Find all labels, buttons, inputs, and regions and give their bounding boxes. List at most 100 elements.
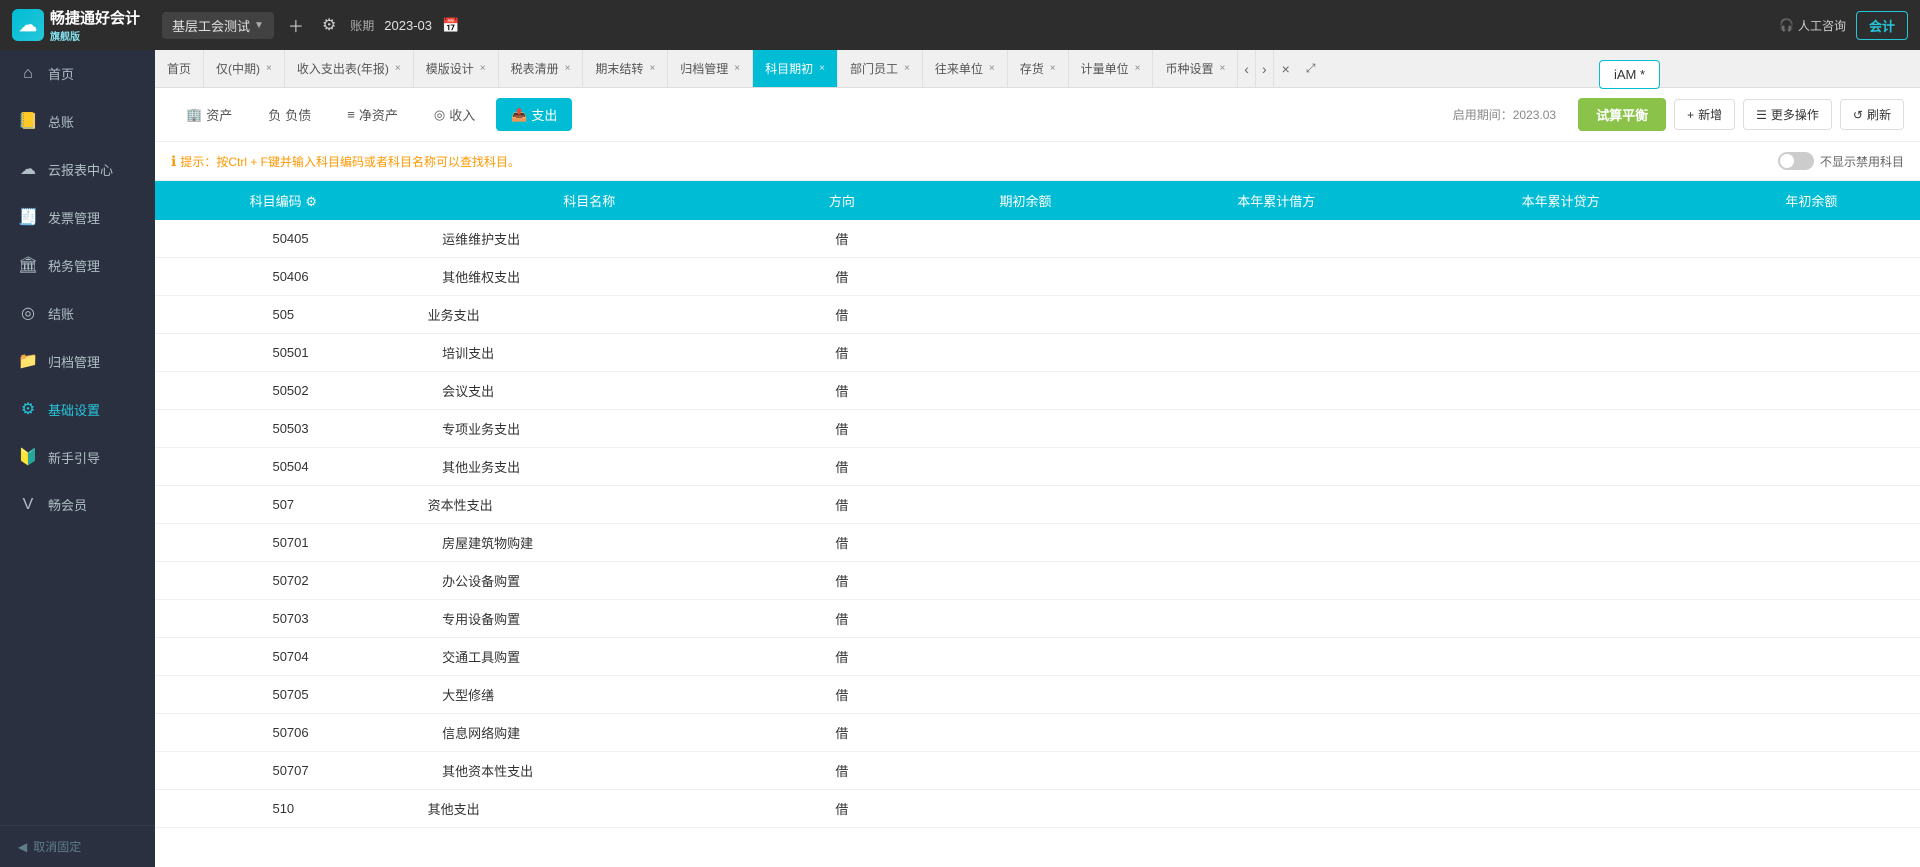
tab-prev-button[interactable]: ‹ — [1238, 50, 1256, 88]
table-row[interactable]: 50702 办公设备购置 借 — [155, 562, 1920, 600]
table-row[interactable]: 50704 交通工具购置 借 — [155, 638, 1920, 676]
account-type-button[interactable]: 会计 — [1856, 11, 1908, 40]
cell-direction: 借 — [767, 372, 917, 410]
tab-subject-init-close[interactable]: × — [819, 63, 825, 74]
sidebar-item-invoice[interactable]: 🧾 发票管理 — [0, 193, 155, 241]
table-row[interactable]: 50703 专用设备购置 借 — [155, 600, 1920, 638]
tab-department[interactable]: 部门员工 × — [838, 50, 923, 88]
sub-tab-expense[interactable]: 📤 支出 — [496, 98, 572, 131]
cell-ytd-credit — [1418, 410, 1702, 448]
table-row[interactable]: 505 业务支出 借 — [155, 296, 1920, 334]
tab-currency-close[interactable]: × — [1219, 63, 1225, 74]
settings-icon[interactable]: ⚙ — [318, 11, 340, 39]
table-row[interactable]: 50406 其他维权支出 借 — [155, 258, 1920, 296]
tab-units-close[interactable]: × — [989, 63, 995, 74]
tab-period-end[interactable]: 期末结转 × — [583, 50, 668, 88]
balance-button[interactable]: 试算平衡 — [1578, 98, 1666, 131]
tab-mid[interactable]: 仅(中期) × — [204, 50, 285, 88]
tab-income-annual[interactable]: 收入支出表(年报) × — [285, 50, 414, 88]
cell-direction: 借 — [767, 258, 917, 296]
cell-code: 510 — [155, 790, 412, 828]
table-row[interactable]: 50502 会议支出 借 — [155, 372, 1920, 410]
sidebar-item-reports[interactable]: ☁ 云报表中心 — [0, 145, 155, 193]
collapse-sidebar-button[interactable]: ◀ 取消固定 — [0, 825, 155, 867]
sidebar-item-ledger[interactable]: 📒 总账 — [0, 97, 155, 145]
tab-archive[interactable]: 归档管理 × — [668, 50, 753, 88]
tip-box: ℹ 提示：按Ctrl + F键并输入科目编码或者科目名称可以查找科目。 — [171, 153, 1768, 170]
cell-name: 其他业务支出 — [412, 448, 767, 486]
col-settings-icon[interactable]: ⚙ — [305, 194, 317, 209]
main-layout: ⌂ 首页 📒 总账 ☁ 云报表中心 🧾 发票管理 🏛 税务管理 ◎ 结账 📁 归… — [0, 50, 1920, 867]
table-row[interactable]: 510 其他支出 借 — [155, 790, 1920, 828]
tab-template-close[interactable]: × — [480, 63, 486, 74]
sub-tab-net-asset[interactable]: ≡ 净资产 — [332, 98, 413, 131]
cell-ytd-debit — [1134, 524, 1418, 562]
table-row[interactable]: 50707 其他资本性支出 借 — [155, 752, 1920, 790]
table-row[interactable]: 50706 信息网络购建 借 — [155, 714, 1920, 752]
table-row[interactable]: 50701 房屋建筑物购建 借 — [155, 524, 1920, 562]
cell-code: 50503 — [155, 410, 412, 448]
more-button[interactable]: ☰ 更多操作 — [1743, 99, 1832, 130]
sidebar-label-guide: 新手引导 — [48, 448, 100, 467]
sidebar-item-tax[interactable]: 🏛 税务管理 — [0, 241, 155, 289]
table-container[interactable]: 科目编码 ⚙ 科目名称 方向 期初余额 本年累计借方 本年累计贷方 年初余额 — [155, 181, 1920, 867]
cell-year-opening — [1703, 410, 1920, 448]
tab-home[interactable]: 首页 — [155, 50, 204, 88]
table-row[interactable]: 50504 其他业务支出 借 — [155, 448, 1920, 486]
tab-income-annual-close[interactable]: × — [395, 63, 401, 74]
table-row[interactable]: 50705 大型修缮 借 — [155, 676, 1920, 714]
top-header: ☁ 畅捷通好会计 旗舰版 基层工会测试 ▼ ＋ ⚙ 账期 2023-03 📅 🎧… — [0, 0, 1920, 50]
table-row[interactable]: 507 资本性支出 借 — [155, 486, 1920, 524]
table-row[interactable]: 50501 培训支出 借 — [155, 334, 1920, 372]
sidebar-item-member[interactable]: V 畅会员 — [0, 481, 155, 528]
sub-tab-asset[interactable]: 🏢 资产 — [171, 98, 247, 131]
tab-inventory-close[interactable]: × — [1050, 63, 1056, 74]
tab-next-button[interactable]: › — [1256, 50, 1274, 88]
cell-ytd-credit — [1418, 334, 1702, 372]
tab-subject-init[interactable]: 科目期初 × — [753, 50, 838, 88]
sidebar-item-guide[interactable]: 🔰 新手引导 — [0, 433, 155, 481]
tab-tax[interactable]: 税表清册 × — [499, 50, 584, 88]
add-project-button[interactable]: ＋ — [284, 9, 308, 41]
tab-inventory[interactable]: 存货 × — [1008, 50, 1069, 88]
project-selector[interactable]: 基层工会测试 ▼ — [162, 12, 274, 39]
sidebar-item-checkout[interactable]: ◎ 结账 — [0, 289, 155, 337]
cell-year-opening — [1703, 448, 1920, 486]
calendar-icon[interactable]: 📅 — [442, 17, 459, 34]
tab-measure[interactable]: 计量单位 × — [1069, 50, 1154, 88]
tab-currency[interactable]: 币种设置 × — [1153, 50, 1238, 88]
add-button[interactable]: + 新增 — [1674, 99, 1735, 130]
toggle-switch[interactable]: 不显示禁用科目 — [1778, 152, 1904, 170]
sidebar-item-basic-setup[interactable]: ⚙ 基础设置 — [0, 385, 155, 433]
sub-tab-income[interactable]: ◎ 收入 — [419, 98, 490, 131]
tab-template[interactable]: 模版设计 × — [414, 50, 499, 88]
cell-ytd-debit — [1134, 372, 1418, 410]
cell-direction: 借 — [767, 562, 917, 600]
sidebar-item-archive[interactable]: 📁 归档管理 — [0, 337, 155, 385]
tab-maximize-button[interactable]: ⤢ — [1298, 50, 1324, 88]
tab-tax-close[interactable]: × — [565, 63, 571, 74]
logo-icon: ☁ — [12, 9, 44, 41]
tab-archive-close[interactable]: × — [734, 63, 740, 74]
table-row[interactable]: 50503 专项业务支出 借 — [155, 410, 1920, 448]
sub-tab-liability[interactable]: 负 负债 — [253, 98, 326, 131]
expense-icon: 📤 — [511, 107, 527, 123]
sidebar-label-home: 首页 — [48, 64, 74, 83]
tab-units[interactable]: 往来单位 × — [923, 50, 1008, 88]
iam-badge[interactable]: iAM * — [1599, 60, 1660, 89]
disable-toggle[interactable] — [1778, 152, 1814, 170]
tab-mid-close[interactable]: × — [266, 63, 272, 74]
project-dropdown-arrow: ▼ — [254, 20, 264, 31]
tab-measure-close[interactable]: × — [1135, 63, 1141, 74]
customer-service-button[interactable]: 🎧 人工咨询 — [1779, 17, 1846, 34]
tab-subject-init-label: 科目期初 — [765, 60, 813, 77]
tab-period-end-close[interactable]: × — [649, 63, 655, 74]
cell-year-opening — [1703, 714, 1920, 752]
cell-name: 大型修缮 — [412, 676, 767, 714]
table-row[interactable]: 50405 运维维护支出 借 — [155, 220, 1920, 258]
tab-department-close[interactable]: × — [904, 63, 910, 74]
info-icon: ℹ — [171, 153, 176, 170]
refresh-button[interactable]: ↺ 刷新 — [1840, 99, 1904, 130]
tab-close-all-button[interactable]: × — [1274, 50, 1298, 88]
sidebar-item-home[interactable]: ⌂ 首页 — [0, 50, 155, 97]
